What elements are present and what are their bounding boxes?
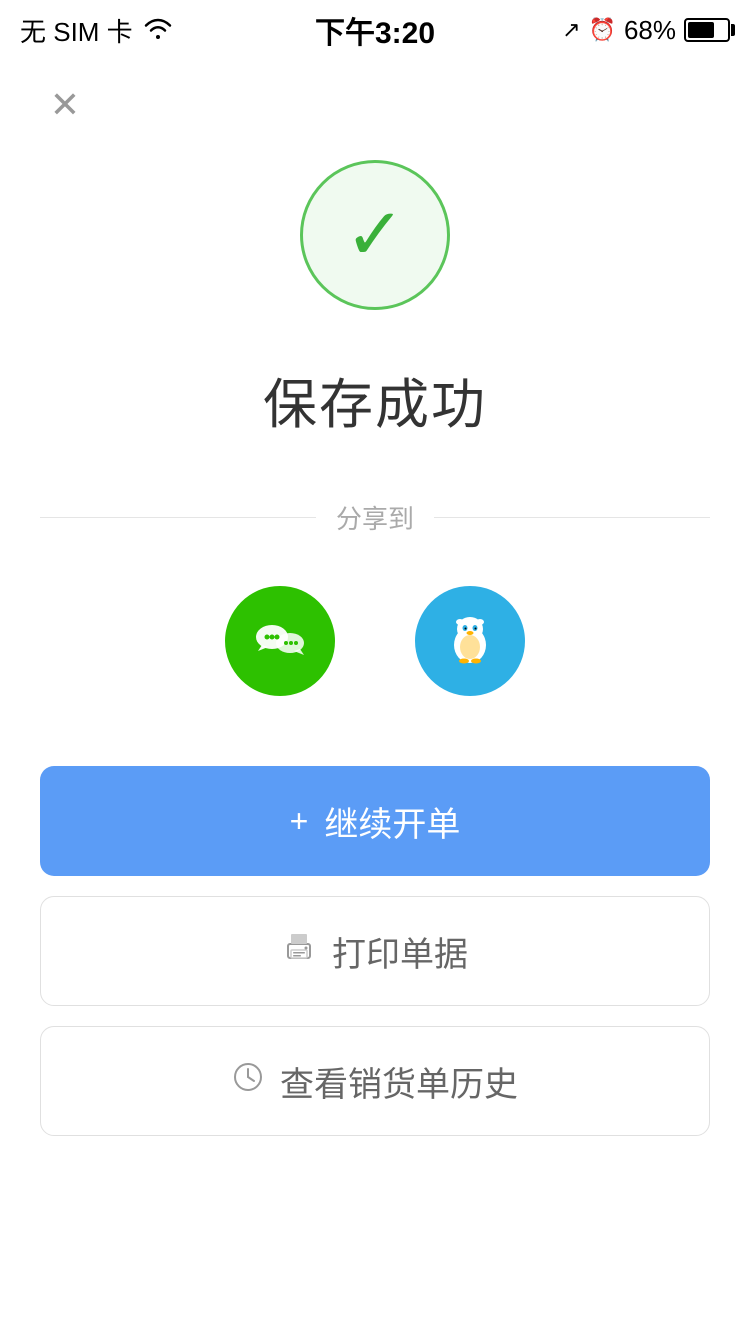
view-history-label: 查看销货单历史: [280, 1057, 518, 1106]
success-title: 保存成功: [263, 360, 487, 439]
status-bar: 无 SIM 卡 下午3:20 ↗ ⏰ 68%: [0, 0, 750, 60]
share-qq-button[interactable]: [415, 586, 525, 696]
share-label: 分享到: [336, 499, 414, 536]
share-wechat-button[interactable]: [225, 586, 335, 696]
battery-percent: 68%: [624, 15, 676, 46]
close-button[interactable]: ✕: [40, 80, 90, 130]
action-buttons: + 继续开单 打印单据: [40, 766, 710, 1136]
status-bar-left: 无 SIM 卡: [20, 12, 173, 49]
status-bar-right: ↗ ⏰ 68%: [562, 15, 730, 46]
share-icons-container: [225, 586, 525, 696]
print-receipt-button[interactable]: 打印单据: [40, 896, 710, 1006]
clock-icon: [232, 1061, 264, 1101]
checkmark-icon: ✓: [345, 199, 405, 271]
continue-order-label: 继续开单: [324, 797, 460, 846]
view-history-button[interactable]: 查看销货单历史: [40, 1026, 710, 1136]
divider-line-right: [434, 517, 710, 518]
divider-line-left: [40, 517, 316, 518]
status-bar-time: 下午3:20: [315, 8, 435, 52]
wifi-icon: [143, 15, 173, 46]
location-icon: ↗: [562, 17, 580, 43]
continue-order-button[interactable]: + 继续开单: [40, 766, 710, 876]
wechat-icon: [248, 609, 313, 674]
share-divider: 分享到: [40, 499, 710, 536]
success-circle: ✓: [300, 160, 450, 310]
no-sim-text: 无 SIM 卡: [20, 12, 133, 49]
plus-icon: +: [290, 803, 309, 840]
main-content: ✕ ✓ 保存成功 分享到: [0, 60, 750, 1156]
printer-icon: [282, 930, 316, 972]
close-icon: ✕: [50, 87, 80, 123]
battery-icon: [684, 18, 730, 42]
print-receipt-label: 打印单据: [332, 927, 468, 976]
qq-icon: [438, 609, 503, 674]
alarm-icon: ⏰: [589, 17, 616, 43]
